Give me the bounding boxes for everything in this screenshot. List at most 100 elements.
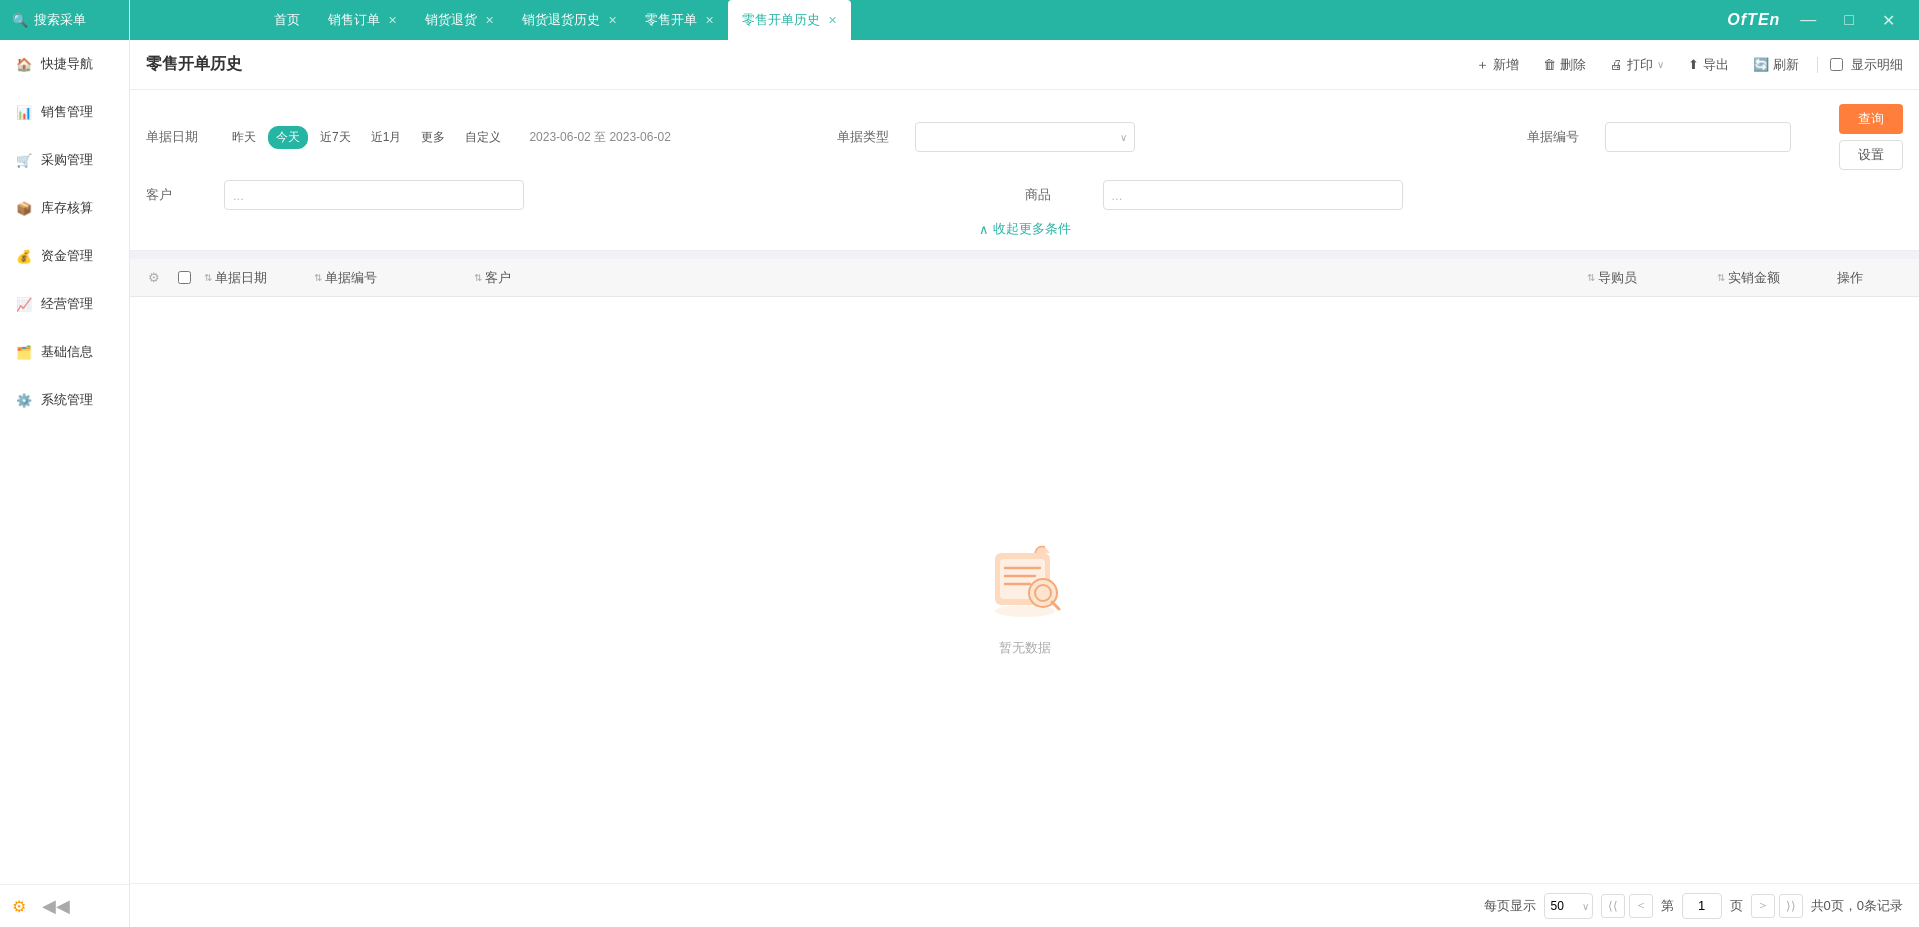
first-page-btn[interactable]: ⟨⟨ <box>1601 894 1625 918</box>
date-btn-yesterday[interactable]: 昨天 <box>224 126 264 149</box>
col-amount-label: 实销金额 <box>1728 269 1780 287</box>
add-button[interactable]: ＋ 新增 <box>1470 52 1525 78</box>
col-header-amount[interactable]: ⇅ 实销金额 <box>1711 269 1831 287</box>
table-area: ⚙ ⇅ 单据日期 ⇅ 单据编号 ⇅ 客户 ⇅ 导购员 ⇅ 实销金额 <box>130 259 1919 883</box>
filter-col-goods: 商品 <box>1025 180 1904 210</box>
tab-sales-return-label: 销货退货 <box>425 11 477 29</box>
collapse-sidebar-icon[interactable]: ◀◀ <box>42 895 70 917</box>
next-page-btn[interactable]: ＞ <box>1751 894 1775 918</box>
date-btn-7days[interactable]: 近7天 <box>312 126 359 149</box>
date-btn-1month[interactable]: 近1月 <box>363 126 410 149</box>
display-detail-button[interactable]: 显示明细 <box>1830 56 1903 74</box>
display-detail-checkbox[interactable] <box>1830 58 1843 71</box>
pagination: 每页显示 10 20 50 100 ⟨⟨ ＜ 第 页 ＞ ⟩⟩ 共0页，0条记录 <box>130 883 1919 927</box>
settings-button[interactable]: 设置 <box>1839 140 1903 170</box>
add-label: 新增 <box>1493 56 1519 74</box>
sidebar-item-finance[interactable]: 💰 资金管理 <box>0 232 129 280</box>
toolbar: ＋ 新增 🗑 删除 🖨 打印 ∨ ⬆ 导出 🔄 刷新 <box>1470 52 1903 78</box>
sidebar-item-basic-info[interactable]: 🗂️ 基础信息 <box>0 328 129 376</box>
settings-gear-icon[interactable]: ⚙ <box>12 897 26 916</box>
filter-col-type: 单据类型 <box>837 122 1528 152</box>
sidebar-item-system[interactable]: ⚙️ 系统管理 <box>0 376 129 424</box>
sales-icon: 📊 <box>15 103 33 121</box>
goods-filter-input[interactable] <box>1103 180 1403 210</box>
page-nav: ⟨⟨ ＜ 第 页 ＞ ⟩⟩ <box>1601 893 1803 919</box>
col-client-label: 客户 <box>485 269 511 287</box>
col-header-num[interactable]: ⇅ 单据编号 <box>308 269 468 287</box>
col-header-client[interactable]: ⇅ 客户 <box>468 269 1581 287</box>
collapse-label: 收起更多条件 <box>993 220 1071 238</box>
tab-retail-history[interactable]: 零售开单历史 ✕ <box>728 0 851 40</box>
tab-sales-order[interactable]: 销售订单 ✕ <box>314 0 411 40</box>
tab-sales-return-history[interactable]: 销货退货历史 ✕ <box>508 0 631 40</box>
sidebar-item-label: 采购管理 <box>41 151 93 169</box>
brand-label: OfTEn <box>1727 11 1780 29</box>
sidebar-item-purchase-mgmt[interactable]: 🛒 采购管理 <box>0 136 129 184</box>
empty-illustration <box>975 523 1075 623</box>
delete-button[interactable]: 🗑 删除 <box>1537 52 1592 78</box>
operation-icon: 📈 <box>15 295 33 313</box>
sidebar-item-quick-nav[interactable]: 🏠 快捷导航 <box>0 40 129 88</box>
tab-retail-history-close[interactable]: ✕ <box>828 14 837 27</box>
col-sort-icon: ⇅ <box>204 272 212 283</box>
date-btn-more[interactable]: 更多 <box>413 126 453 149</box>
select-all-checkbox[interactable] <box>178 271 191 284</box>
prev-page-btn[interactable]: ＜ <box>1629 894 1653 918</box>
date-btn-today[interactable]: 今天 <box>268 126 308 149</box>
collapse-filter-button[interactable]: ∧ 收起更多条件 <box>146 220 1903 238</box>
sidebar-item-label: 库存核算 <box>41 199 93 217</box>
tab-retail-open-close[interactable]: ✕ <box>705 14 714 27</box>
page-header: 零售开单历史 ＋ 新增 🗑 删除 🖨 打印 ∨ ⬆ 导出 🔄 刷新 <box>130 40 1919 90</box>
window-minimize-btn[interactable]: — <box>1792 11 1824 29</box>
add-icon: ＋ <box>1476 56 1489 74</box>
date-filter-label: 单据日期 <box>146 128 216 146</box>
tab-sales-return[interactable]: 销货退货 ✕ <box>411 0 508 40</box>
window-close-btn[interactable]: ✕ <box>1874 11 1903 30</box>
tab-sales-return-history-close[interactable]: ✕ <box>608 14 617 27</box>
last-page-btn[interactable]: ⟩⟩ <box>1779 894 1803 918</box>
col-header-date[interactable]: ⇅ 单据日期 <box>198 269 308 287</box>
date-btn-custom[interactable]: 自定义 <box>457 126 509 149</box>
action-buttons: 查询 设置 <box>1839 104 1903 170</box>
num-filter-input[interactable] <box>1605 122 1791 152</box>
tab-sales-order-close[interactable]: ✕ <box>388 14 397 27</box>
table-header-checkbox[interactable] <box>170 271 198 284</box>
basic-icon: 🗂️ <box>15 343 33 361</box>
tab-home[interactable]: 首页 <box>260 0 314 40</box>
display-detail-label: 显示明细 <box>1851 56 1903 74</box>
filter-area: 单据日期 昨天 今天 近7天 近1月 更多 自定义 2023-06-02 至 2… <box>130 90 1919 251</box>
query-button[interactable]: 查询 <box>1839 104 1903 134</box>
filter-row-client: 客户 商品 <box>146 180 1903 210</box>
print-button[interactable]: 🖨 打印 ∨ <box>1604 52 1670 78</box>
page-label-end: 页 <box>1730 897 1743 915</box>
type-select[interactable] <box>915 122 1135 152</box>
system-icon: ⚙️ <box>15 391 33 409</box>
tab-sales-return-close[interactable]: ✕ <box>485 14 494 27</box>
sidebar-item-inventory[interactable]: 📦 库存核算 <box>0 184 129 232</box>
empty-text: 暂无数据 <box>999 639 1051 657</box>
filter-col-date: 单据日期 昨天 今天 近7天 近1月 更多 自定义 2023-06-02 至 2… <box>146 126 837 149</box>
delete-icon: 🗑 <box>1543 57 1556 72</box>
col-header-guide[interactable]: ⇅ 导购员 <box>1581 269 1711 287</box>
page-size-wrap: 10 20 50 100 <box>1544 893 1593 919</box>
client-filter-input[interactable] <box>224 180 524 210</box>
home-icon: 🏠 <box>15 55 33 73</box>
tab-retail-history-label: 零售开单历史 <box>742 11 820 29</box>
refresh-button[interactable]: 🔄 刷新 <box>1747 52 1805 78</box>
sidebar-search[interactable]: 🔍 搜索采单 <box>0 0 129 40</box>
sidebar-item-sales-mgmt[interactable]: 📊 销售管理 <box>0 88 129 136</box>
page-number-input[interactable] <box>1682 893 1722 919</box>
page-label: 第 <box>1661 897 1674 915</box>
col-guide-label: 导购员 <box>1598 269 1637 287</box>
window-maximize-btn[interactable]: □ <box>1836 11 1862 29</box>
sidebar-item-operation[interactable]: 📈 经营管理 <box>0 280 129 328</box>
tab-retail-open[interactable]: 零售开单 ✕ <box>631 0 728 40</box>
col-sort-icon: ⇅ <box>474 272 482 283</box>
table-settings-icon[interactable]: ⚙ <box>138 270 170 285</box>
table-header: ⚙ ⇅ 单据日期 ⇅ 单据编号 ⇅ 客户 ⇅ 导购员 ⇅ 实销金额 <box>130 259 1919 297</box>
export-button[interactable]: ⬆ 导出 <box>1682 52 1735 78</box>
type-select-wrap <box>915 122 1135 152</box>
sidebar-search-label: 搜索采单 <box>34 11 86 29</box>
col-header-op: 操作 <box>1831 269 1911 287</box>
page-size-select[interactable]: 10 20 50 100 <box>1544 893 1593 919</box>
